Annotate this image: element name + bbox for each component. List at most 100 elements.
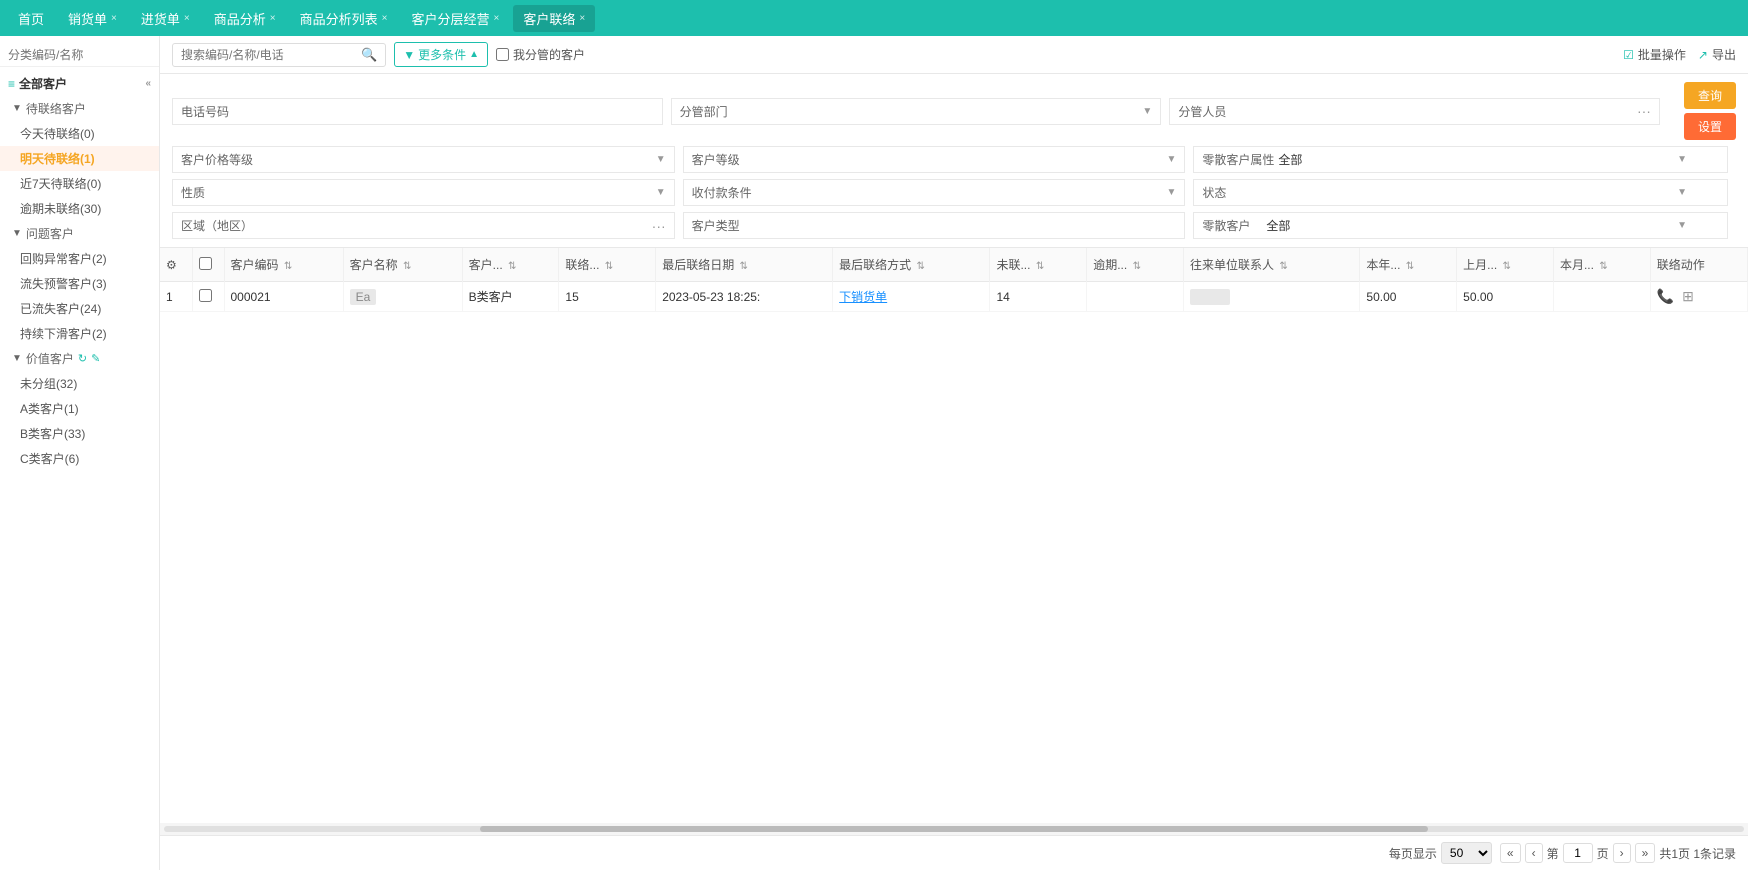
nav-home[interactable]: 首页 (8, 5, 54, 32)
th-code[interactable]: 客户编码 ⇅ (224, 248, 343, 282)
nav-product-analysis[interactable]: 商品分析 × (204, 5, 286, 32)
filter-retail-attr: 零散客户属性 全部 ▼ (1193, 146, 1728, 173)
value-group-edit-icon[interactable]: ✎ (91, 352, 100, 365)
nav-customer-contact[interactable]: 客户联络 × (513, 5, 595, 32)
price-level-input[interactable] (253, 153, 656, 167)
sidebar-search-input[interactable] (8, 48, 160, 62)
sidebar-item-churn-warning[interactable]: 流失预警客户(3) (0, 271, 159, 296)
page-size-select[interactable]: 50 100 200 (1441, 842, 1492, 864)
close-purchase-order-icon[interactable]: × (184, 13, 190, 24)
close-product-analysis-icon[interactable]: × (270, 13, 276, 24)
my-customers-checkbox[interactable] (496, 48, 509, 61)
problem-group-header[interactable]: ▼ 问题客户 (0, 221, 159, 246)
gender-dropdown-icon[interactable]: ▼ (656, 187, 666, 198)
th-overdue[interactable]: 逾期... ⇅ (1087, 248, 1184, 282)
all-customers-header[interactable]: ≡ 全部客户 « (0, 71, 159, 96)
sidebar-item-7days-pending[interactable]: 近7天待联络(0) (0, 171, 159, 196)
row-checkbox[interactable] (199, 289, 212, 302)
th-contact-person[interactable]: 往来单位联系人 ⇅ (1183, 248, 1359, 282)
sidebar-item-c-class[interactable]: C类客户(6) (0, 446, 159, 471)
th-contact-count[interactable]: 联络... ⇅ (559, 248, 656, 282)
retail-customer-label: 零散客户 (1202, 217, 1262, 234)
th-this-year[interactable]: 本年... ⇅ (1360, 248, 1457, 282)
action-more-icon[interactable]: ⊞ (1682, 288, 1694, 305)
sidebar-item-tomorrow-pending[interactable]: 明天待联络(1) (0, 146, 159, 171)
gear-icon[interactable]: ⚙ (166, 258, 177, 272)
th-last-date[interactable]: 最后联络日期 ⇅ (656, 248, 833, 282)
last-method-link[interactable]: 下销货单 (839, 290, 887, 304)
search-input[interactable] (181, 48, 361, 62)
pending-group-header[interactable]: ▼ 待联络客户 (0, 96, 159, 121)
export-icon: ↗ (1698, 48, 1708, 62)
first-page-button[interactable]: « (1500, 843, 1521, 863)
retail-customer-dropdown-icon[interactable]: ▼ (1677, 220, 1687, 231)
region-input[interactable] (253, 219, 652, 233)
th-last-method[interactable]: 最后联络方式 ⇅ (833, 248, 990, 282)
customer-type-input[interactable] (752, 219, 1177, 233)
payment-input[interactable] (752, 186, 1167, 200)
phone-input[interactable] (241, 104, 654, 118)
select-all-checkbox[interactable] (199, 257, 212, 270)
retail-customer-value: 全部 (1266, 217, 1290, 234)
retail-attr-dropdown-icon[interactable]: ▼ (1677, 154, 1687, 165)
th-name[interactable]: 客户名称 ⇅ (343, 248, 462, 282)
person-input[interactable] (1238, 104, 1637, 118)
export-button[interactable]: ↗ 导出 (1698, 46, 1736, 63)
sidebar-item-b-class[interactable]: B类客户(33) (0, 421, 159, 446)
nav-customer-tier[interactable]: 客户分层经营 × (401, 5, 509, 32)
nav-sales-order[interactable]: 销货单 × (58, 5, 127, 32)
customer-type-label: 客户类型 (692, 217, 752, 234)
batch-op-icon: ☑ (1623, 48, 1634, 62)
sidebar-item-today-pending[interactable]: 今天待联络(0) (0, 121, 159, 146)
customer-level-dropdown-icon[interactable]: ▼ (1166, 154, 1176, 165)
close-customer-contact-icon[interactable]: × (579, 13, 585, 24)
value-group-refresh-icon[interactable]: ↻ (78, 352, 87, 365)
th-last-month[interactable]: 上月... ⇅ (1457, 248, 1554, 282)
td-overdue (1087, 282, 1184, 312)
page-number-input[interactable] (1563, 843, 1593, 863)
status-dropdown-icon[interactable]: ▼ (1677, 187, 1687, 198)
nav-purchase-order[interactable]: 进货单 × (131, 5, 200, 32)
th-this-month[interactable]: 本月... ⇅ (1553, 248, 1650, 282)
gender-input[interactable] (241, 186, 656, 200)
filter-row-1: 电话号码 分管部门 ▼ 分管人员 ··· 查询 设置 (172, 82, 1736, 140)
scrollbar-thumb[interactable] (480, 826, 1428, 832)
dept-dropdown-icon[interactable]: ▼ (1142, 106, 1152, 117)
close-sales-order-icon[interactable]: × (111, 13, 117, 24)
sort-this-month-icon: ⇅ (1599, 261, 1607, 272)
sidebar-item-declining[interactable]: 持续下滑客户(2) (0, 321, 159, 346)
status-input[interactable] (1262, 186, 1677, 200)
th-no-contact[interactable]: 未联... ⇅ (990, 248, 1087, 282)
td-last-date: 2023-05-23 18:25: (656, 282, 833, 312)
last-page-button[interactable]: » (1635, 843, 1656, 863)
filter-region: 区域（地区） ··· (172, 212, 675, 239)
person-label: 分管人员 (1178, 103, 1238, 120)
query-button[interactable]: 查询 (1684, 82, 1736, 109)
close-customer-tier-icon[interactable]: × (493, 13, 499, 24)
sidebar-collapse-icon[interactable]: « (145, 78, 151, 89)
action-phone-icon[interactable]: 📞 (1657, 288, 1674, 305)
dept-input[interactable] (740, 104, 1143, 118)
sidebar-item-churned[interactable]: 已流失客户(24) (0, 296, 159, 321)
sidebar-item-overdue-pending[interactable]: 逾期未联络(30) (0, 196, 159, 221)
prev-page-button[interactable]: ‹ (1525, 843, 1543, 863)
batch-operation-button[interactable]: ☑ 批量操作 (1623, 46, 1686, 63)
payment-dropdown-icon[interactable]: ▼ (1166, 187, 1176, 198)
filter-dept: 分管部门 ▼ (671, 98, 1162, 125)
person-more-icon[interactable]: ··· (1637, 103, 1651, 119)
sidebar-item-a-class[interactable]: A类客户(1) (0, 396, 159, 421)
more-filter-button[interactable]: ▼ 更多条件 ▲ (394, 42, 488, 67)
search-icon[interactable]: 🔍 (361, 47, 377, 63)
horizontal-scrollbar[interactable] (160, 823, 1748, 835)
value-group-header[interactable]: ▼ 价值客户 ↻ ✎ (0, 346, 159, 371)
price-level-dropdown-icon[interactable]: ▼ (656, 154, 666, 165)
customer-level-input[interactable] (752, 153, 1167, 167)
next-page-button[interactable]: › (1613, 843, 1631, 863)
sidebar-item-ungrouped[interactable]: 未分组(32) (0, 371, 159, 396)
nav-product-analysis-list[interactable]: 商品分析列表 × (290, 5, 398, 32)
set-button[interactable]: 设置 (1684, 113, 1736, 140)
region-more-icon[interactable]: ··· (652, 218, 666, 234)
th-type[interactable]: 客户... ⇅ (462, 248, 559, 282)
close-product-analysis-list-icon[interactable]: × (382, 13, 388, 24)
sidebar-item-repurchase-abnormal[interactable]: 回购异常客户(2) (0, 246, 159, 271)
